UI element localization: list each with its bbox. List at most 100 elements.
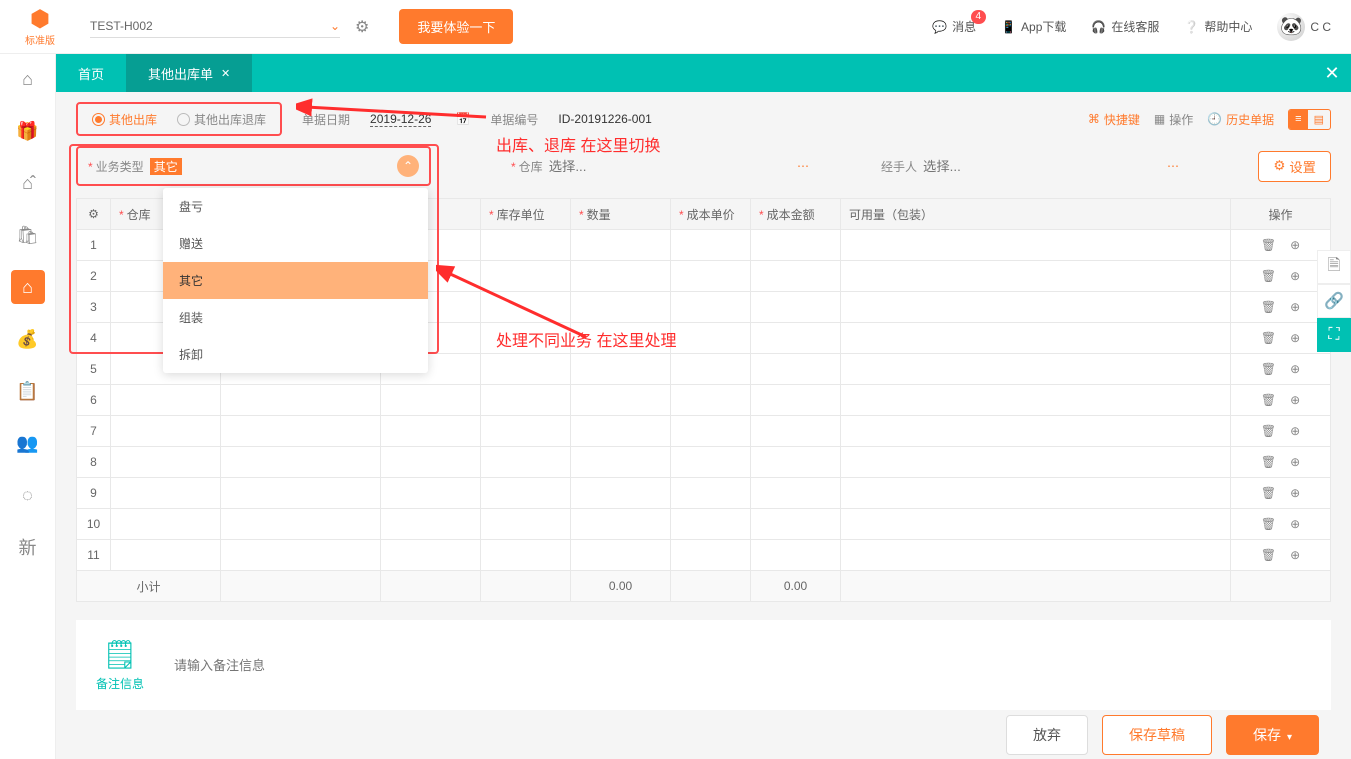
tab-current[interactable]: 其他出库单 ✕ [126,54,252,92]
settings-button[interactable]: ⚙ 设置 [1258,151,1331,182]
delete-icon[interactable]: 🗑 [1261,455,1276,469]
delete-icon[interactable]: 🗑 [1261,393,1276,407]
list-view-icon[interactable]: ≡ [1289,110,1307,129]
history-link[interactable]: 🕘历史单据 [1207,111,1274,128]
delete-icon[interactable]: 🗑 [1261,548,1276,562]
delete-icon[interactable]: 🗑 [1261,269,1276,283]
shortcut-link[interactable]: ⌘快捷键 [1088,111,1140,128]
calendar-icon[interactable]: 📅 [455,112,470,126]
help-link[interactable]: ❔ 帮助中心 [1184,18,1252,35]
add-icon[interactable]: ⊕ [1290,517,1300,531]
radio-return[interactable]: 其他出库退库 [177,111,266,128]
close-all-tabs[interactable]: ✕ [1313,54,1351,92]
save-draft-button[interactable]: 保存草稿 [1102,715,1212,755]
logo: ⬢ 标准版 [20,6,60,47]
save-button[interactable]: 保存▾ [1226,715,1319,755]
add-icon[interactable]: ⊕ [1290,455,1300,469]
table-row[interactable]: 10🗑⊕ [77,509,1331,540]
add-icon[interactable]: ⊕ [1290,300,1300,314]
org-select[interactable]: TEST-H002 ⌄ [90,15,340,38]
table-row[interactable]: 8🗑⊕ [77,447,1331,478]
table-row[interactable]: 6🗑⊕ [77,385,1331,416]
nav-home-icon[interactable]: ⌂ [11,62,45,96]
table-row[interactable]: 11 🗑 ⊕ [77,540,1331,571]
logo-sub: 标准版 [25,32,55,47]
add-icon[interactable]: ⊕ [1290,424,1300,438]
dropdown-item[interactable]: 组装 [163,299,428,336]
grid-view-icon[interactable]: ▤ [1308,110,1330,129]
nav-contacts-icon[interactable]: 👥 [11,426,45,460]
nav-building-icon[interactable]: ⌂̂ [11,166,45,200]
th-amount: 成本金额 [751,199,841,230]
handler-input[interactable] [923,159,1073,174]
add-icon[interactable]: ⊕ [1290,331,1300,345]
more-icon[interactable]: ⋯ [1167,159,1181,173]
add-icon[interactable]: ⊕ [1290,362,1300,376]
date-value[interactable]: 2019-12-26 [370,112,431,127]
operate-link[interactable]: ▦操作 [1154,111,1193,128]
add-icon[interactable]: ⊕ [1290,393,1300,407]
delete-icon[interactable]: 🗑 [1261,517,1276,531]
service-link[interactable]: 🎧 在线客服 [1091,18,1159,35]
nav-bag-icon[interactable]: 🛍 [11,218,45,252]
dropdown-item[interactable]: 其它 [163,262,428,299]
delete-icon[interactable]: 🗑 [1261,362,1276,376]
row-number: 4 [77,323,111,354]
nav-new-icon[interactable]: 新 [11,530,45,564]
delete-icon[interactable]: 🗑 [1261,238,1276,252]
warehouse-input[interactable] [549,159,699,174]
add-icon[interactable]: ⊕ [1290,548,1300,562]
logo-icon: ⬢ [30,6,49,32]
float-link-icon[interactable]: 🔗 [1317,284,1351,318]
nav-warehouse-icon[interactable]: ⌂ [11,270,45,304]
add-icon[interactable]: ⊕ [1290,238,1300,252]
delete-icon[interactable]: 🗑 [1261,300,1276,314]
radio-outbound[interactable]: 其他出库 [92,111,157,128]
handler-label: 经手人 [881,158,917,175]
dropdown-item[interactable]: 拆卸 [163,336,428,373]
discard-button[interactable]: 放弃 [1006,715,1088,755]
toolbar-row1: 其他出库 其他出库退库 单据日期 2019-12-26 📅 单据编号 ID-20… [76,102,1331,136]
nav-clipboard-icon[interactable]: 📋 [11,374,45,408]
service-label: 在线客服 [1111,18,1159,35]
handler-field[interactable]: 经手人 ⋯ [881,158,1181,175]
nav-gift-icon[interactable]: 🎁 [11,114,45,148]
add-icon[interactable]: ⊕ [1290,486,1300,500]
dropdown-item[interactable]: 赠送 [163,225,428,262]
nav-finance-icon[interactable]: 💰 [11,322,45,356]
view-toggle[interactable]: ≡ ▤ [1288,109,1331,130]
warehouse-field[interactable]: 仓库 ⋯ [511,158,811,175]
doc-value: ID-20191226-001 [558,112,651,126]
remark-icon-group: 🗒 备注信息 [96,638,144,692]
user-menu[interactable]: 🐼 C C [1277,13,1331,41]
tab-home[interactable]: 首页 [56,54,126,92]
settings-icon[interactable]: ⚙ [355,17,369,37]
row-number: 11 [77,540,111,571]
delete-icon[interactable]: 🗑 [1261,486,1276,500]
headset-icon: 🎧 [1091,20,1106,34]
biz-value[interactable]: 其它 [150,158,182,175]
chevron-up-icon[interactable]: ⌃ [397,155,419,177]
add-icon[interactable]: ⊕ [1290,269,1300,283]
table-row[interactable]: 9🗑⊕ [77,478,1331,509]
grid-icon: ▦ [1154,112,1165,126]
th-price: 成本单价 [671,199,751,230]
keyboard-icon: ⌘ [1088,112,1100,126]
table-row[interactable]: 7🗑⊕ [77,416,1331,447]
delete-icon[interactable]: 🗑 [1261,331,1276,345]
float-doc-icon[interactable]: 🗎 [1317,250,1351,284]
download-link[interactable]: 📱 App下载 [1001,18,1066,35]
messages-link[interactable]: 💬 消息 4 [932,18,976,35]
th-operate: 操作 [1231,199,1331,230]
dropdown-item[interactable]: 盘亏 [163,188,428,225]
try-button[interactable]: 我要体验一下 [399,9,513,44]
more-icon[interactable]: ⋯ [797,159,811,173]
th-gear[interactable]: ⚙ [77,199,111,230]
remark-input[interactable] [174,658,1311,673]
float-expand-icon[interactable]: ⛶ [1317,318,1351,352]
phone-icon: 📱 [1001,20,1016,34]
close-icon[interactable]: ✕ [221,67,230,80]
delete-icon[interactable]: 🗑 [1261,424,1276,438]
nav-cycle-icon[interactable]: ◌ [11,478,45,512]
warehouse-label: 仓库 [511,158,543,175]
